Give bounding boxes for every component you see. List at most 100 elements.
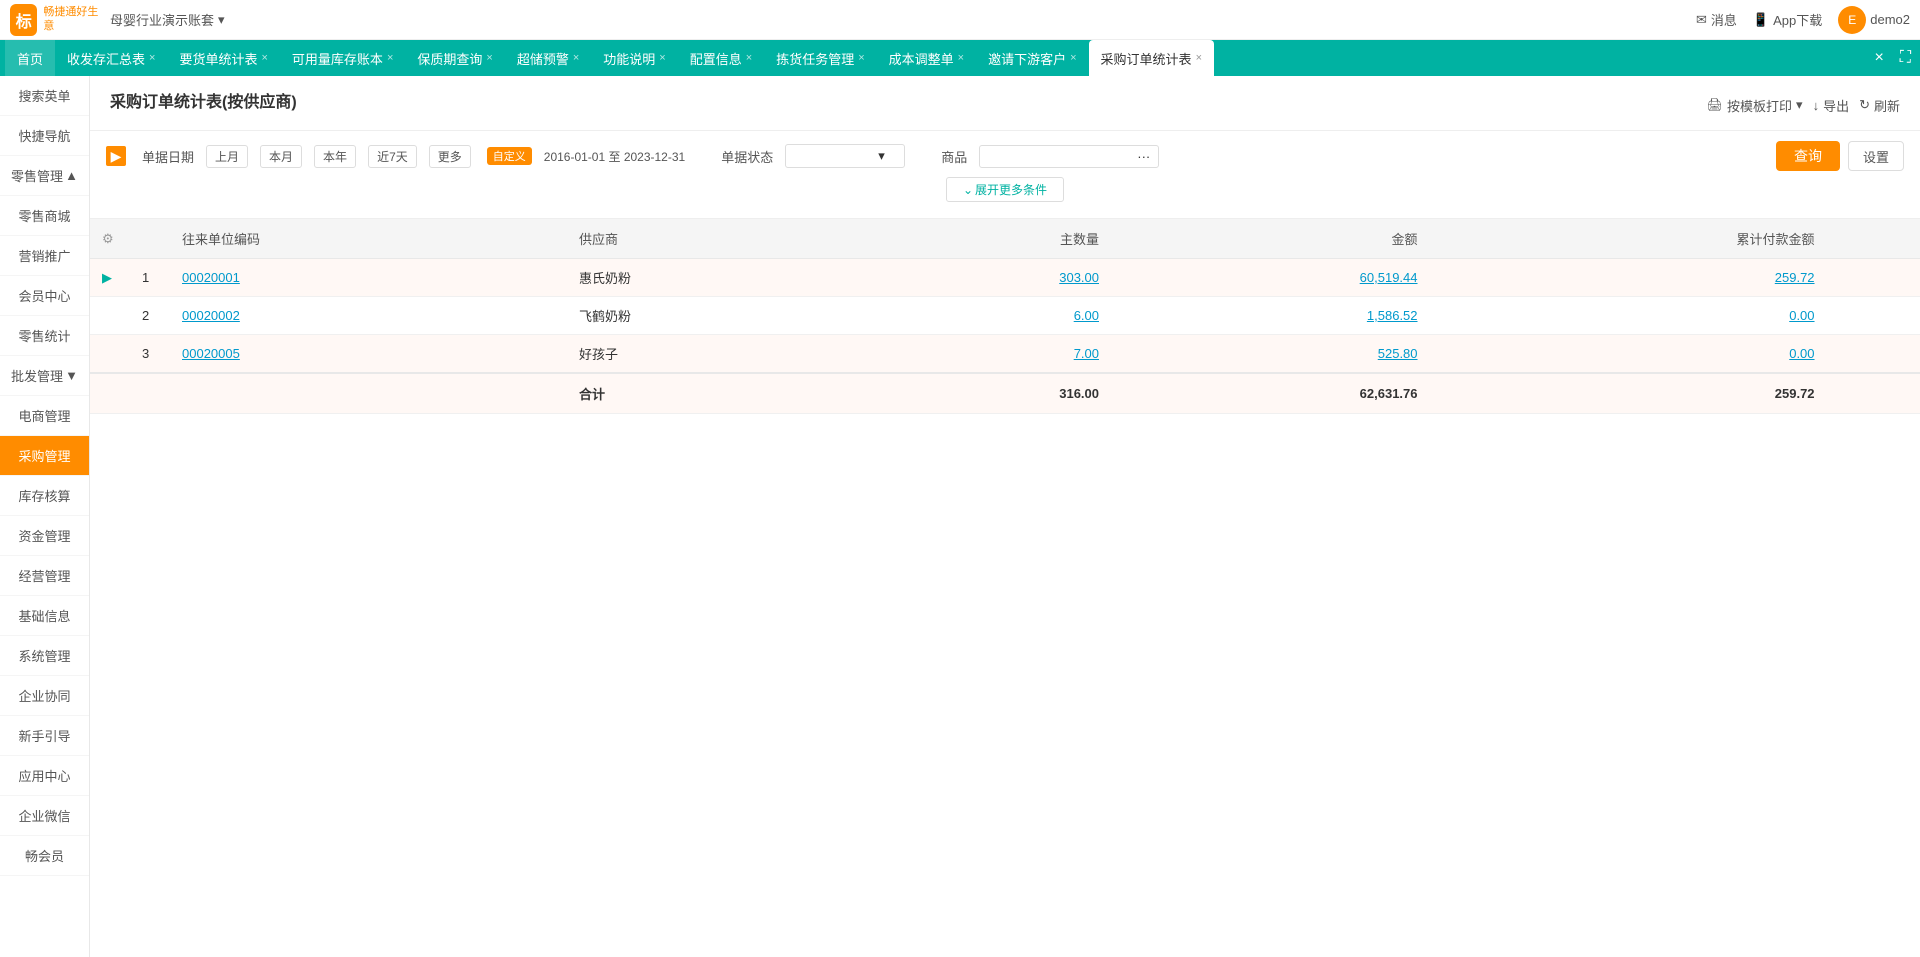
- footer-row: 合计 316.00 62,631.76 259.72: [90, 373, 1920, 414]
- sidebar-item-app-center[interactable]: 应用中心: [0, 756, 89, 796]
- paid-amount-cell: 0.00: [1430, 335, 1827, 374]
- query-button[interactable]: 查询: [1776, 141, 1840, 171]
- main-qty-cell: 7.00: [863, 335, 1111, 374]
- close-all-tabs-button[interactable]: ×: [1870, 49, 1887, 67]
- close-tab-icon[interactable]: ×: [858, 52, 864, 64]
- amount-cell: 525.80: [1111, 335, 1430, 374]
- sidebar-item-marketing[interactable]: 营销推广: [0, 236, 89, 276]
- date-last-month-btn[interactable]: 上月: [206, 145, 248, 168]
- index-column-header: [130, 219, 170, 259]
- page-header: 采购订单统计表(按供应商) 🖨 按模板打印 ▾ ↓ 导出 ↻ 刷新: [90, 76, 1920, 131]
- user-avatar-button[interactable]: E demo2: [1838, 6, 1910, 34]
- message-button[interactable]: ✉ 消息: [1696, 10, 1737, 29]
- supplier-name-column-header: 供应商: [567, 219, 863, 259]
- export-button[interactable]: ↓ 导出: [1813, 96, 1850, 115]
- close-tab-icon[interactable]: ×: [1070, 52, 1076, 64]
- status-select[interactable]: ▾: [785, 144, 905, 168]
- expand-row: ⌄ 展开更多条件: [106, 171, 1904, 208]
- tab-shelf-life[interactable]: 保质期查询 ×: [405, 40, 504, 76]
- date-this-month-btn[interactable]: 本月: [260, 145, 302, 168]
- goods-filter-row: 商品 ···: [941, 145, 1159, 168]
- workspace-selector[interactable]: 母婴行业演示账套 ▾: [110, 10, 225, 29]
- chevron-down-icon: ▾: [1796, 97, 1803, 113]
- tab-config-info[interactable]: 配置信息 ×: [678, 40, 764, 76]
- tab-cost-adjust[interactable]: 成本调整单 ×: [877, 40, 976, 76]
- fullscreen-button[interactable]: ⛶: [1896, 49, 1915, 67]
- logo-area: 标 畅捷通好生意: [10, 4, 100, 36]
- extra-cell: [1827, 335, 1920, 374]
- footer-empty-1: [90, 373, 130, 414]
- row-index-cell: 3: [130, 335, 170, 374]
- custom-date-tag: 自定义: [487, 147, 532, 165]
- avatar: E: [1838, 6, 1866, 34]
- sidebar-item-quick-nav[interactable]: 快捷导航: [0, 116, 89, 156]
- supplier-code-link[interactable]: 00020001: [182, 270, 240, 285]
- close-tab-icon[interactable]: ×: [486, 52, 492, 64]
- close-tab-icon[interactable]: ×: [958, 52, 964, 64]
- tab-home[interactable]: 首页: [5, 40, 55, 76]
- date-more-btn[interactable]: 更多: [429, 145, 471, 168]
- sidebar-item-retail-mall[interactable]: 零售商城: [0, 196, 89, 236]
- expand-more-button[interactable]: ⌄ 展开更多条件: [946, 177, 1064, 202]
- tab-invite-downstream[interactable]: 邀请下游客户 ×: [976, 40, 1088, 76]
- sidebar-item-purchase-mgmt[interactable]: 采购管理: [0, 436, 89, 476]
- sidebar-item-operation-mgmt[interactable]: 经营管理: [0, 556, 89, 596]
- sidebar-item-ecommerce-mgmt[interactable]: 电商管理: [0, 396, 89, 436]
- sidebar-item-search[interactable]: 搜索英单: [0, 76, 89, 116]
- sidebar-item-retail-mgmt[interactable]: 零售管理 ▲: [0, 156, 89, 196]
- tab-overstock-warning[interactable]: 超储预警 ×: [505, 40, 591, 76]
- tab-pick-task[interactable]: 拣货任务管理 ×: [764, 40, 876, 76]
- close-tab-icon[interactable]: ×: [746, 52, 752, 64]
- filter-toggle-button[interactable]: ▶: [106, 146, 126, 166]
- tab-receive-summary[interactable]: 收发存汇总表 ×: [55, 40, 167, 76]
- chevron-icon: ▲: [65, 168, 78, 183]
- row-expand-icon[interactable]: ▶: [102, 270, 112, 285]
- footer-paid-amount: 259.72: [1430, 373, 1827, 414]
- setting-button[interactable]: 设置: [1848, 141, 1904, 171]
- sidebar-item-newbie-guide[interactable]: 新手引导: [0, 716, 89, 756]
- sidebar-item-system-mgmt[interactable]: 系统管理: [0, 636, 89, 676]
- goods-input-wrap[interactable]: ···: [979, 145, 1159, 168]
- sidebar-item-retail-stats[interactable]: 零售统计: [0, 316, 89, 356]
- main-qty-cell: 303.00: [863, 259, 1111, 297]
- close-tab-icon[interactable]: ×: [149, 52, 155, 64]
- supplier-code-link[interactable]: 00020002: [182, 308, 240, 323]
- status-filter-row: 单据状态 ▾: [721, 144, 905, 168]
- table-row: ▶ 1 00020001 惠氏奶粉 303.00 60,: [90, 259, 1920, 297]
- supplier-name-cell: 好孩子: [567, 335, 863, 374]
- date-this-year-btn[interactable]: 本年: [314, 145, 356, 168]
- tab-function-desc[interactable]: 功能说明 ×: [591, 40, 677, 76]
- supplier-code-link[interactable]: 00020005: [182, 346, 240, 361]
- sidebar-item-enterprise-collab[interactable]: 企业协同: [0, 676, 89, 716]
- sidebar-item-basic-info[interactable]: 基础信息: [0, 596, 89, 636]
- date-filter-row: 单据日期 上月 本月 本年 近7天 更多 自定义 2016-01-01 至 20…: [142, 145, 685, 168]
- sidebar-item-membership[interactable]: 畅会员: [0, 836, 89, 876]
- refresh-button[interactable]: ↻ 刷新: [1859, 96, 1900, 115]
- supplier-name-cell: 惠氏奶粉: [567, 259, 863, 297]
- tab-purchase-stats[interactable]: 采购订单统计表 ×: [1089, 40, 1214, 76]
- date-7days-btn[interactable]: 近7天: [368, 145, 417, 168]
- close-tab-icon[interactable]: ×: [573, 52, 579, 64]
- supplier-name-cell: 飞鹤奶粉: [567, 297, 863, 335]
- sidebar-item-enterprise-wechat[interactable]: 企业微信: [0, 796, 89, 836]
- sidebar-item-inventory-check[interactable]: 库存核算: [0, 476, 89, 516]
- print-button[interactable]: 🖨 按模板打印 ▾: [1707, 96, 1803, 115]
- close-tab-icon[interactable]: ×: [261, 52, 267, 64]
- settings-column-header: ⚙: [90, 219, 130, 259]
- sidebar-item-wholesale-mgmt[interactable]: 批发管理 ▼: [0, 356, 89, 396]
- close-tab-icon[interactable]: ×: [1196, 52, 1202, 64]
- footer-empty-3: [170, 373, 567, 414]
- app-download-button[interactable]: 📱 App下载: [1753, 10, 1822, 29]
- column-settings-icon[interactable]: ⚙: [102, 231, 114, 246]
- tab-available-stock[interactable]: 可用量库存账本 ×: [280, 40, 405, 76]
- tab-goods-stats[interactable]: 要货单统计表 ×: [167, 40, 279, 76]
- close-tab-icon[interactable]: ×: [387, 52, 393, 64]
- row-index-cell: 1: [130, 259, 170, 297]
- sidebar-item-member-center[interactable]: 会员中心: [0, 276, 89, 316]
- table-row: 2 00020002 飞鹤奶粉 6.00 1,586.52: [90, 297, 1920, 335]
- filter-bar: ▶ 单据日期 上月 本月 本年 近7天 更多 自定义 2016-01-01 至 …: [90, 131, 1920, 219]
- ellipsis-icon: ···: [1137, 149, 1150, 164]
- close-tab-icon[interactable]: ×: [659, 52, 665, 64]
- extra-column-header: [1827, 219, 1920, 259]
- sidebar-item-finance-mgmt[interactable]: 资金管理: [0, 516, 89, 556]
